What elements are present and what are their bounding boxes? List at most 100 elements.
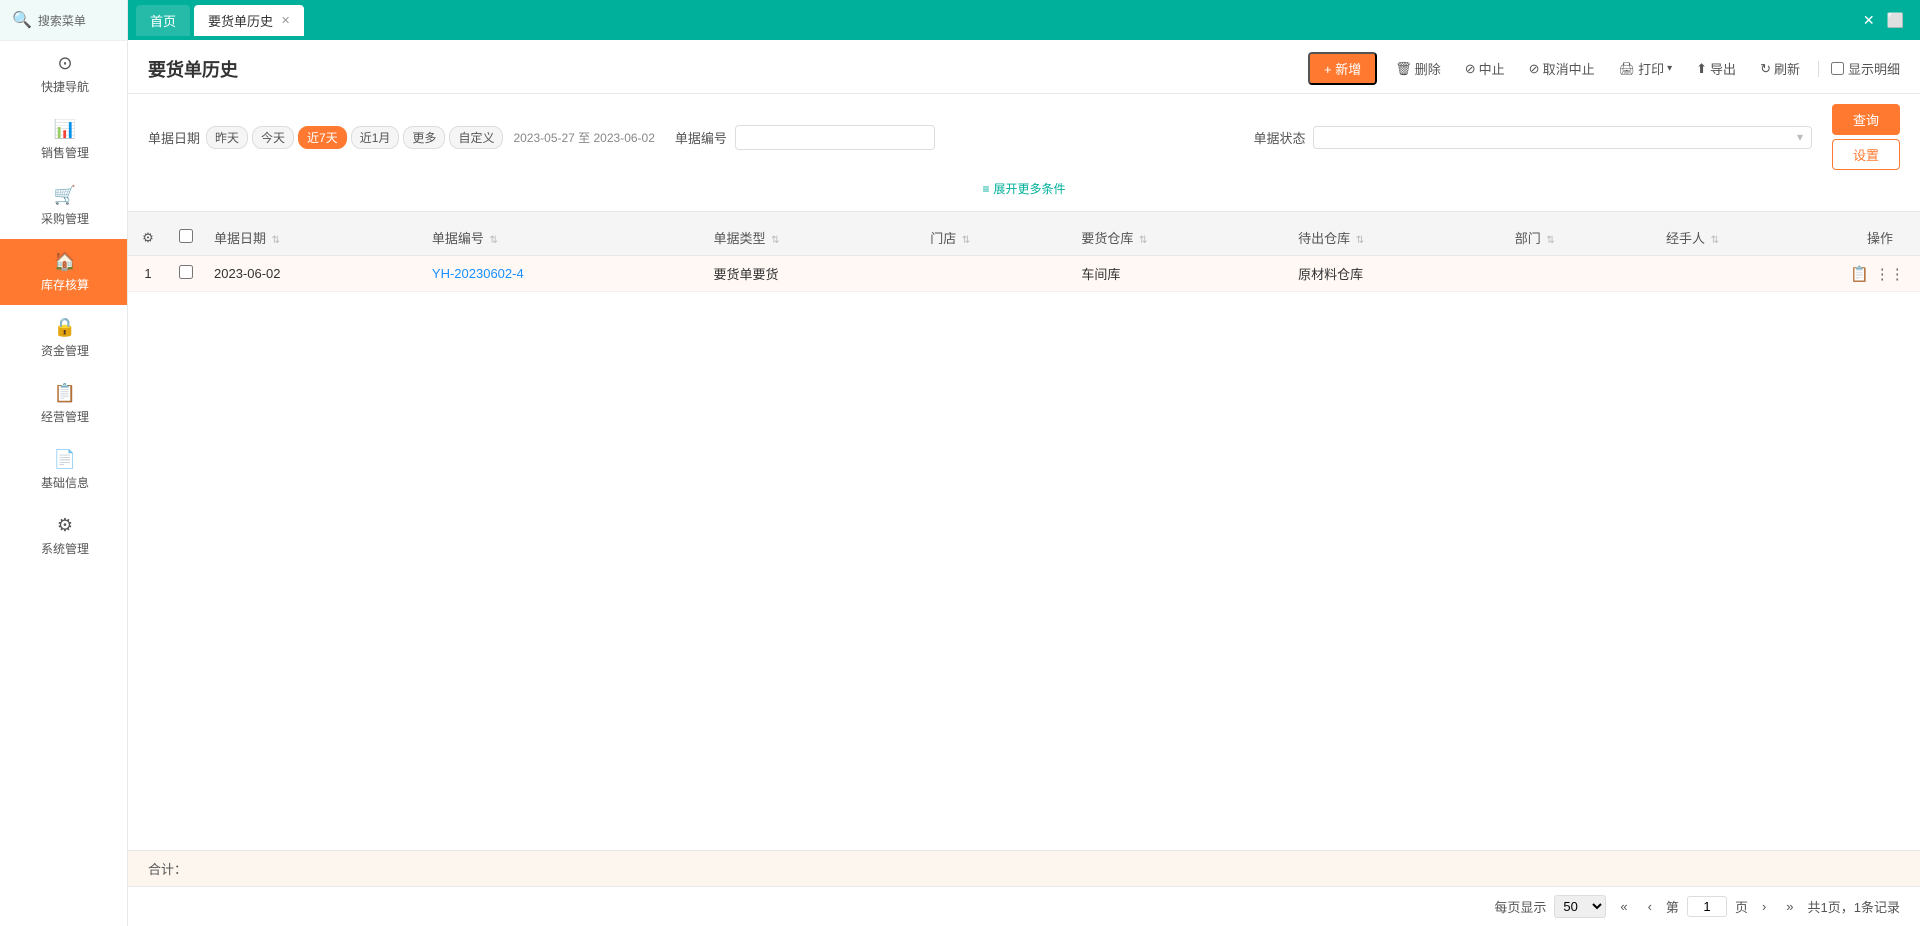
- tab-label: 要货单历史: [208, 11, 273, 30]
- print-button[interactable]: 🖨 打印 ▾: [1613, 55, 1679, 82]
- row-number: YH-20230602-4: [422, 256, 704, 292]
- per-page-select[interactable]: 50 10 20 100: [1554, 895, 1606, 918]
- sidebar-item-operations[interactable]: 📋经营管理: [0, 371, 127, 437]
- row-department: [1505, 256, 1656, 292]
- next-page-btn[interactable]: ›: [1756, 897, 1772, 916]
- date-range-text: 2023-05-27 至 2023-06-02: [513, 129, 654, 146]
- tab-home[interactable]: 首页: [136, 5, 190, 36]
- row-edit-icon[interactable]: 📋: [1850, 265, 1869, 283]
- date-btn-1month[interactable]: 近1月: [351, 126, 400, 149]
- sidebar-item-label: 资金管理: [41, 342, 89, 359]
- handler-sort-icon[interactable]: ⇅: [1711, 235, 1719, 246]
- search-icon: 🔍: [12, 10, 32, 30]
- stop-button[interactable]: ⊘ 中止: [1459, 55, 1511, 82]
- new-button[interactable]: + 新增: [1308, 52, 1377, 85]
- sidebar: 🔍 搜索菜单 ⊙快捷导航📊销售管理🛒采购管理 🏠 库存核算 🔒 资金管理 📋经营管理📄基础…: [0, 0, 128, 926]
- pending-warehouse-sort-icon[interactable]: ⇅: [1356, 235, 1364, 246]
- sidebar-item-label: 库存核算: [41, 276, 89, 293]
- data-table: ⚙ 单据日期 ⇅ 单据编号 ⇅ 单据类型 ⇅ 门店 ⇅ 要货仓库 ⇅ 待出仓库 …: [128, 220, 1920, 292]
- page-input[interactable]: [1687, 896, 1727, 917]
- th-pending-warehouse: 待出仓库 ⇅: [1288, 220, 1505, 256]
- content-area: 要货单历史 + 新增 🗑 删除 ⊘ 中止 ⊘ 取消中止 🖨 打印: [128, 40, 1920, 926]
- sidebar-item-purchase[interactable]: 🛒采购管理: [0, 173, 127, 239]
- sidebar-item-sales[interactable]: 📊销售管理: [0, 107, 127, 173]
- doc-number-input[interactable]: [735, 125, 935, 150]
- display-detail-input[interactable]: [1831, 62, 1844, 75]
- date-btn-today[interactable]: 今天: [252, 126, 294, 149]
- sidebar-item-inventory[interactable]: 🏠 库存核算: [0, 239, 127, 305]
- sidebar-item-finance[interactable]: 🔒 资金管理: [0, 305, 127, 371]
- sidebar-item-label: 采购管理: [41, 210, 89, 227]
- page-label: 第: [1666, 897, 1679, 916]
- export-icon: ⬆: [1696, 61, 1707, 77]
- stop-icon: ⊘: [1465, 61, 1476, 77]
- date-btn-7days[interactable]: 近7天: [298, 126, 347, 149]
- settings-button[interactable]: 设置: [1832, 139, 1900, 170]
- window-close-icon[interactable]: ✕: [1863, 12, 1875, 29]
- delete-button[interactable]: 🗑 删除: [1389, 55, 1447, 82]
- doc-number-label: 单据编号: [675, 128, 727, 147]
- req-warehouse-sort-icon[interactable]: ⇅: [1139, 235, 1147, 246]
- expand-more-btn[interactable]: ≡ 展开更多条件: [978, 176, 1069, 201]
- number-sort-icon[interactable]: ⇅: [490, 235, 498, 246]
- total-info: 共1页，1条记录: [1808, 897, 1900, 916]
- sidebar-item-label: 经营管理: [41, 408, 89, 425]
- toolbar: + 新增 🗑 删除 ⊘ 中止 ⊘ 取消中止 🖨 打印 ▾: [1308, 52, 1900, 85]
- display-detail-checkbox[interactable]: 显示明细: [1831, 59, 1900, 78]
- tab-label: 首页: [150, 11, 176, 30]
- cancel-stop-icon: ⊘: [1529, 61, 1540, 77]
- query-button[interactable]: 查询: [1832, 104, 1900, 135]
- print-arrow-icon: ▾: [1667, 63, 1672, 74]
- row-more-icon[interactable]: ⋮⋮: [1875, 265, 1905, 283]
- last-page-btn[interactable]: »: [1780, 897, 1799, 916]
- cancel-stop-button[interactable]: ⊘ 取消中止: [1523, 55, 1601, 82]
- finance-icon: 🔒: [54, 317, 76, 338]
- sidebar-item-basic[interactable]: 📄基础信息: [0, 437, 127, 503]
- tab-close-btn[interactable]: ✕: [281, 14, 290, 27]
- row-number-link[interactable]: YH-20230602-4: [432, 266, 524, 281]
- pagination-bar: 每页显示 50 10 20 100 « ‹ 第 页 › » 共1页，1条记录: [128, 886, 1920, 926]
- th-store: 门店 ⇅: [920, 220, 1071, 256]
- select-all-checkbox[interactable]: [179, 229, 193, 243]
- quick-nav-icon: ⊙: [57, 53, 72, 74]
- th-number: 单据编号 ⇅: [422, 220, 704, 256]
- sidebar-search[interactable]: 🔍 搜索菜单: [0, 0, 127, 41]
- refresh-button[interactable]: ↻ 刷新: [1754, 55, 1806, 82]
- window-resize-icon[interactable]: ⬜: [1887, 12, 1904, 29]
- store-sort-icon[interactable]: ⇅: [962, 235, 970, 246]
- page-header: 要货单历史 + 新增 🗑 删除 ⊘ 中止 ⊘ 取消中止 🖨 打印: [128, 40, 1920, 94]
- sidebar-item-quick-nav[interactable]: ⊙快捷导航: [0, 41, 127, 107]
- tab-requisition-history[interactable]: 要货单历史 ✕: [194, 5, 304, 36]
- type-sort-icon[interactable]: ⇅: [771, 235, 779, 246]
- row-pending-warehouse: 原材料仓库: [1288, 256, 1505, 292]
- row-checkbox[interactable]: [179, 265, 193, 279]
- status-input[interactable]: [1322, 130, 1797, 145]
- toolbar-divider: [1818, 61, 1819, 77]
- department-sort-icon[interactable]: ⇅: [1546, 235, 1554, 246]
- th-type: 单据类型 ⇅: [704, 220, 921, 256]
- print-icon: 🖨: [1619, 61, 1636, 77]
- date-btn-custom[interactable]: 自定义: [449, 126, 503, 149]
- first-page-btn[interactable]: «: [1614, 897, 1633, 916]
- date-btn-yesterday[interactable]: 昨天: [206, 126, 248, 149]
- status-dropdown-icon[interactable]: ▾: [1797, 130, 1803, 144]
- row-seq: 1: [128, 256, 168, 292]
- table-container: ⚙ 单据日期 ⇅ 单据编号 ⇅ 单据类型 ⇅ 门店 ⇅ 要货仓库 ⇅ 待出仓库 …: [128, 220, 1920, 850]
- th-settings[interactable]: ⚙: [128, 220, 168, 256]
- th-req-warehouse: 要货仓库 ⇅: [1071, 220, 1288, 256]
- export-button[interactable]: ⬆ 导出: [1690, 55, 1742, 82]
- tab-bar: 首页 要货单历史 ✕ ✕ ⬜: [128, 0, 1920, 40]
- date-sort-icon[interactable]: ⇅: [272, 235, 280, 246]
- table-footer: 合计：: [128, 850, 1920, 886]
- filter-dates: 单据日期 昨天今天近7天近1月更多自定义 2023-05-27 至 2023-0…: [148, 126, 655, 149]
- date-btn-more[interactable]: 更多: [403, 126, 445, 149]
- doc-number-filter: 单据编号: [675, 125, 1234, 150]
- sales-icon: 📊: [54, 119, 76, 140]
- th-date: 单据日期 ⇅: [204, 220, 422, 256]
- row-type: 要货单要货: [704, 256, 921, 292]
- prev-page-btn[interactable]: ‹: [1642, 897, 1658, 916]
- inventory-icon: 🏠: [54, 251, 76, 272]
- sidebar-item-system[interactable]: ⚙系统管理: [0, 503, 127, 569]
- filter-row-1: 单据日期 昨天今天近7天近1月更多自定义 2023-05-27 至 2023-0…: [148, 104, 1900, 170]
- basic-icon: 📄: [54, 449, 76, 470]
